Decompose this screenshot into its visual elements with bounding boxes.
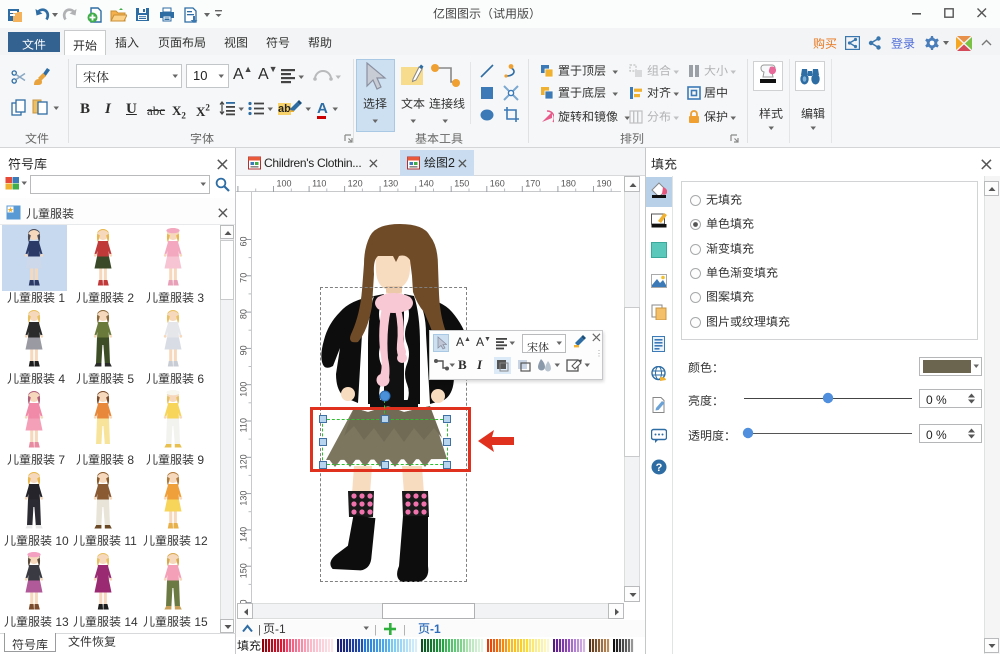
svg-text:60: 60 xyxy=(239,237,249,247)
svg-text:150: 150 xyxy=(239,563,249,578)
svg-text:90: 90 xyxy=(239,345,249,355)
svg-text:100: 100 xyxy=(277,179,292,189)
svg-text:120: 120 xyxy=(239,454,249,469)
svg-text:80: 80 xyxy=(239,309,249,319)
svg-text:140: 140 xyxy=(239,527,249,542)
svg-text:150: 150 xyxy=(454,179,469,189)
svg-text:70: 70 xyxy=(239,273,249,283)
svg-text:130: 130 xyxy=(239,491,249,506)
svg-text:140: 140 xyxy=(419,179,434,189)
svg-text:130: 130 xyxy=(383,179,398,189)
svg-text:120: 120 xyxy=(348,179,363,189)
svg-text:170: 170 xyxy=(525,179,540,189)
svg-text:110: 110 xyxy=(312,179,326,189)
svg-text:110: 110 xyxy=(239,418,249,432)
svg-text:180: 180 xyxy=(561,179,576,189)
svg-text:160: 160 xyxy=(490,179,505,189)
svg-text:190: 190 xyxy=(597,179,612,189)
svg-text:?: ? xyxy=(656,462,663,474)
svg-text:100: 100 xyxy=(239,382,249,397)
